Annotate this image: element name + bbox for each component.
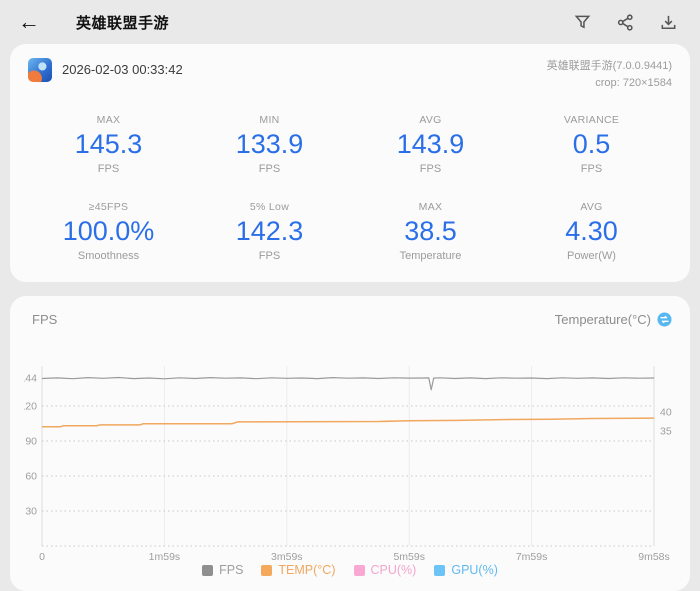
legend-swatch-icon (202, 564, 214, 576)
svg-text:9m58s: 9m58s (638, 551, 670, 561)
temperature-axis-toggle-icon[interactable] (657, 312, 672, 327)
stats-grid: MAX 145.3 FPS MIN 133.9 FPS AVG 143.9 FP… (28, 114, 672, 262)
legend-label: FPS (219, 563, 244, 578)
share-icon[interactable] (616, 13, 635, 32)
legend-swatch-icon (261, 564, 273, 576)
legend-item-cpu[interactable]: CPU(%) (353, 563, 417, 578)
stat-max-fps: MAX 145.3 FPS (74, 114, 143, 176)
legend-item-gpu[interactable]: GPU(%) (434, 563, 498, 577)
chart-card: FPS Temperature(°C) 144 120 90 60 30 40 35 0 1m5… (10, 296, 690, 591)
svg-text:30: 30 (25, 506, 37, 518)
svg-text:90: 90 (25, 436, 37, 448)
svg-text:3m59s: 3m59s (271, 551, 303, 561)
game-avatar (28, 58, 52, 82)
performance-chart[interactable]: 144 120 90 60 30 40 35 0 1m59s 3m59s 5m59s 7m59s 9m5… (24, 333, 676, 561)
legend-label: GPU(%) (451, 563, 498, 578)
stat-avg-fps: AVG 143.9 FPS (396, 114, 465, 176)
svg-text:5m59s: 5m59s (393, 551, 425, 561)
record-timestamp: 2026-02-03 00:33:42 (62, 62, 183, 77)
svg-text:120: 120 (24, 401, 37, 413)
crop-resolution: crop: 720×1584 (595, 77, 672, 90)
svg-text:1m59s: 1m59s (149, 551, 181, 561)
back-button[interactable]: ← (18, 11, 40, 33)
summary-card: 2026-02-03 00:33:42 英雄联盟手游(7.0.0.9441) c… (10, 44, 690, 283)
stat-smoothness: ≥45FPS 100.0% Smoothness (62, 201, 155, 263)
chart-left-axis-title: FPS (32, 312, 58, 328)
chart-right-axis-title: Temperature(°C) (554, 312, 651, 328)
legend-swatch-icon (434, 564, 446, 576)
filter-icon[interactable] (573, 13, 592, 32)
stat-max-temperature: MAX 38.5 Temperature (399, 201, 462, 263)
svg-text:144: 144 (24, 373, 37, 385)
app-name-version: 英雄联盟手游(7.0.0.9441) (546, 60, 672, 72)
download-icon[interactable] (659, 13, 678, 32)
svg-text:7m59s: 7m59s (516, 551, 548, 561)
stat-min-fps: MIN 133.9 FPS (235, 114, 304, 176)
legend-item-fps[interactable]: FPS (202, 563, 243, 577)
svg-text:40: 40 (660, 407, 672, 419)
legend-item-tempc[interactable]: TEMP(°C) (261, 563, 336, 578)
page-title: 英雄联盟手游 (76, 14, 170, 32)
svg-text:60: 60 (25, 471, 37, 483)
legend-swatch-icon (353, 564, 365, 576)
legend-label: CPU(%) (370, 563, 417, 578)
stat-5pct-low: 5% Low 142.3 FPS (235, 201, 304, 263)
chart-legend: FPS TEMP(°C) CPU(%) GPU(%) (24, 561, 676, 581)
svg-text:0: 0 (39, 551, 45, 561)
legend-label: TEMP(°C) (278, 563, 336, 578)
top-bar: ← 英雄联盟手游 (0, 0, 700, 44)
stat-avg-power: AVG 4.30 Power(W) (565, 201, 618, 263)
svg-text:35: 35 (660, 426, 672, 438)
stat-variance: VARIANCE 0.5 FPS (563, 114, 620, 176)
